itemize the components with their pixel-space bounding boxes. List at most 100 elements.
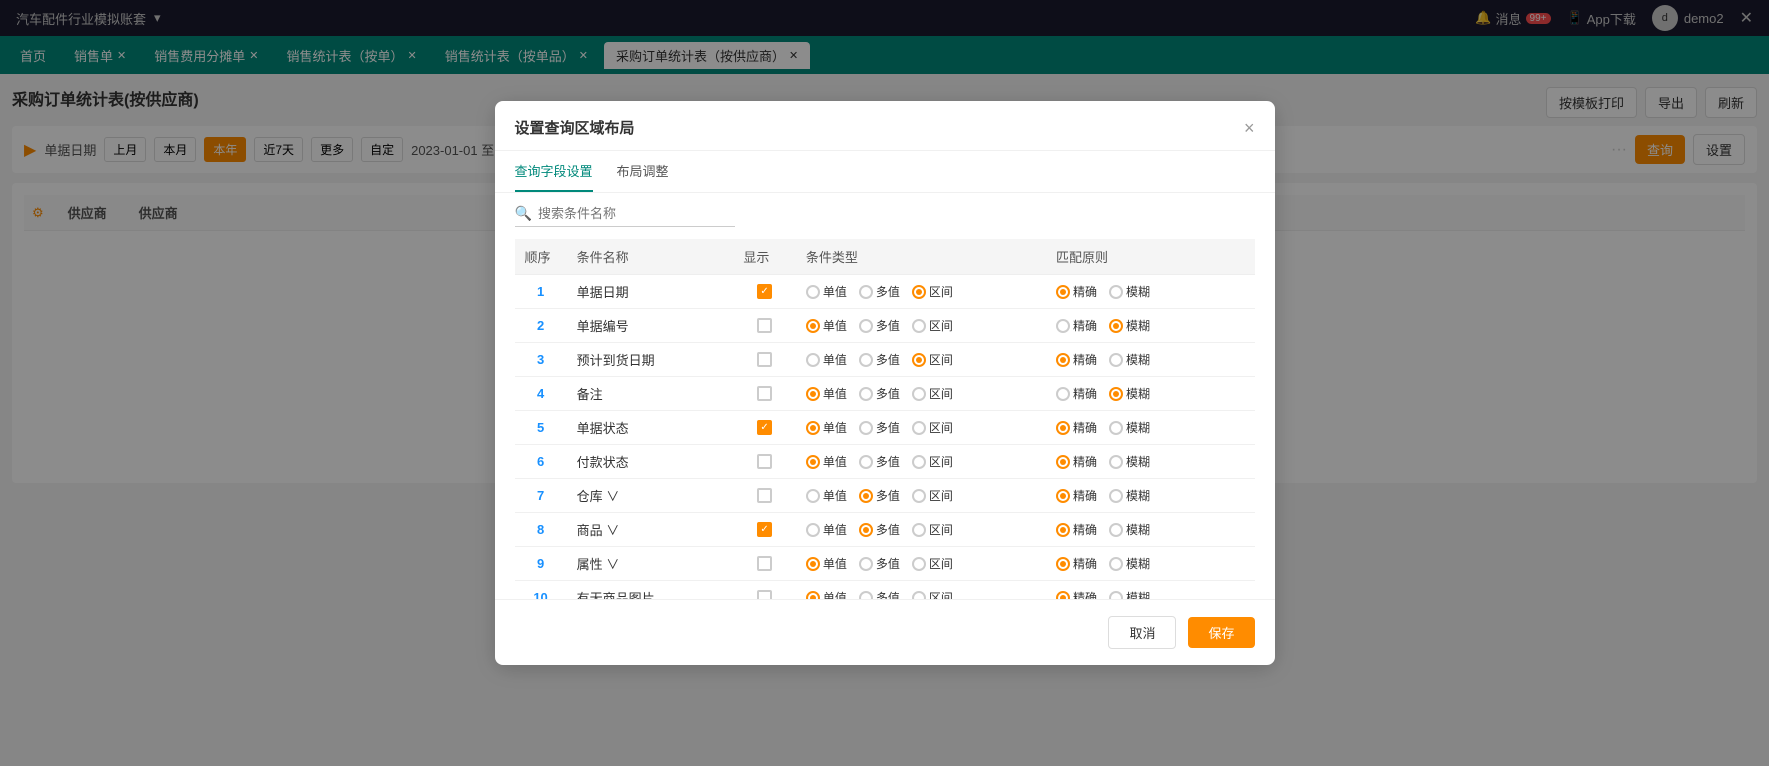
dialog-tab-query-fields[interactable]: 查询字段设置 xyxy=(515,151,593,192)
checkbox-4[interactable]: ✓ xyxy=(757,420,772,435)
type-radio-2-1[interactable]: 多值 xyxy=(859,351,900,368)
type-radio-2-2[interactable]: 区间 xyxy=(912,351,953,368)
table-row: 5单据状态✓单值多值区间精确模糊 xyxy=(515,411,1255,445)
type-radio-1-0[interactable]: 单值 xyxy=(806,317,847,334)
checkbox-1[interactable] xyxy=(757,318,772,333)
match-radio-2-1[interactable]: 模糊 xyxy=(1109,351,1150,368)
row-type-5: 单值多值区间 xyxy=(796,445,1046,479)
row-type-4: 单值多值区间 xyxy=(796,411,1046,445)
type-radio-2-0[interactable]: 单值 xyxy=(806,351,847,368)
th-match: 匹配原则 xyxy=(1046,239,1254,275)
match-radio-3-1[interactable]: 模糊 xyxy=(1109,385,1150,402)
row-show-1[interactable] xyxy=(733,309,796,343)
match-radio-4-0[interactable]: 精确 xyxy=(1056,419,1097,436)
row-match-4: 精确模糊 xyxy=(1046,411,1254,445)
type-radio-5-1[interactable]: 多值 xyxy=(859,453,900,470)
match-radio-2-0[interactable]: 精确 xyxy=(1056,351,1097,368)
type-radio-6-2[interactable]: 区间 xyxy=(912,487,953,504)
row-type-1: 单值多值区间 xyxy=(796,309,1046,343)
table-row: 2单据编号单值多值区间精确模糊 xyxy=(515,309,1255,343)
search-box: 🔍 xyxy=(515,205,735,227)
match-radio-9-0[interactable]: 精确 xyxy=(1056,589,1097,599)
row-order-4: 5 xyxy=(515,411,567,445)
type-radio-0-1[interactable]: 多值 xyxy=(859,283,900,300)
dialog-tab-layout[interactable]: 布局调整 xyxy=(617,151,669,192)
type-radio-4-1[interactable]: 多值 xyxy=(859,419,900,436)
row-show-6[interactable] xyxy=(733,479,796,513)
type-radio-5-0[interactable]: 单值 xyxy=(806,453,847,470)
match-radio-0-0[interactable]: 精确 xyxy=(1056,283,1097,300)
match-radio-0-1[interactable]: 模糊 xyxy=(1109,283,1150,300)
row-name-9: 有无商品图片 xyxy=(567,581,734,600)
row-show-5[interactable] xyxy=(733,445,796,479)
type-radio-0-0[interactable]: 单值 xyxy=(806,283,847,300)
modal-overlay: 设置查询区域布局 × 查询字段设置 布局调整 🔍 顺序 条件名称 xyxy=(0,0,1769,766)
match-radio-8-0[interactable]: 精确 xyxy=(1056,555,1097,572)
match-radio-6-0[interactable]: 精确 xyxy=(1056,487,1097,504)
type-radio-6-1[interactable]: 多值 xyxy=(859,487,900,504)
type-radio-7-0[interactable]: 单值 xyxy=(806,521,847,538)
dialog-close-btn[interactable]: × xyxy=(1244,119,1255,137)
type-radio-8-1[interactable]: 多值 xyxy=(859,555,900,572)
dialog: 设置查询区域布局 × 查询字段设置 布局调整 🔍 顺序 条件名称 xyxy=(495,101,1275,665)
row-order-1: 2 xyxy=(515,309,567,343)
checkbox-5[interactable] xyxy=(757,454,772,469)
cancel-btn[interactable]: 取消 xyxy=(1108,616,1176,649)
match-radio-5-1[interactable]: 模糊 xyxy=(1109,453,1150,470)
th-type: 条件类型 xyxy=(796,239,1046,275)
row-show-0[interactable]: ✓ xyxy=(733,275,796,309)
row-show-7[interactable]: ✓ xyxy=(733,513,796,547)
type-radio-8-2[interactable]: 区间 xyxy=(912,555,953,572)
type-radio-6-0[interactable]: 单值 xyxy=(806,487,847,504)
checkbox-0[interactable]: ✓ xyxy=(757,284,772,299)
type-radio-4-0[interactable]: 单值 xyxy=(806,419,847,436)
row-order-7: 8 xyxy=(515,513,567,547)
match-radio-8-1[interactable]: 模糊 xyxy=(1109,555,1150,572)
match-radio-9-1[interactable]: 模糊 xyxy=(1109,589,1150,599)
checkbox-2[interactable] xyxy=(757,352,772,367)
type-radio-3-1[interactable]: 多值 xyxy=(859,385,900,402)
match-radio-1-0[interactable]: 精确 xyxy=(1056,317,1097,334)
type-radio-1-2[interactable]: 区间 xyxy=(912,317,953,334)
checkbox-6[interactable] xyxy=(757,488,772,503)
row-type-9: 单值 多值 区间 xyxy=(796,581,1046,600)
type-radio-3-0[interactable]: 单值 xyxy=(806,385,847,402)
match-radio-5-0[interactable]: 精确 xyxy=(1056,453,1097,470)
type-radio-1-1[interactable]: 多值 xyxy=(859,317,900,334)
match-radio-3-0[interactable]: 精确 xyxy=(1056,385,1097,402)
row-show-2[interactable] xyxy=(733,343,796,377)
type-radio-5-2[interactable]: 区间 xyxy=(912,453,953,470)
checkbox-9[interactable] xyxy=(757,590,772,599)
checkbox-3[interactable] xyxy=(757,386,772,401)
type-radio-0-2[interactable]: 区间 xyxy=(912,283,953,300)
th-order: 顺序 xyxy=(515,239,567,275)
checkbox-8[interactable] xyxy=(757,556,772,571)
type-radio-9-2[interactable]: 区间 xyxy=(912,589,953,599)
type-radio-9-1[interactable]: 多值 xyxy=(859,589,900,599)
conditions-table-header: 顺序 条件名称 显示 条件类型 匹配原则 xyxy=(515,239,1255,275)
row-show-8[interactable] xyxy=(733,547,796,581)
search-input[interactable] xyxy=(538,206,735,221)
row-name-3: 备注 xyxy=(567,377,734,411)
type-radio-3-2[interactable]: 区间 xyxy=(912,385,953,402)
row-show-4[interactable]: ✓ xyxy=(733,411,796,445)
type-radio-4-2[interactable]: 区间 xyxy=(912,419,953,436)
match-radio-4-1[interactable]: 模糊 xyxy=(1109,419,1150,436)
dialog-tab-query-fields-label: 查询字段设置 xyxy=(515,164,593,179)
row-type-6: 单值多值区间 xyxy=(796,479,1046,513)
row-type-8: 单值多值区间 xyxy=(796,547,1046,581)
match-radio-6-1[interactable]: 模糊 xyxy=(1109,487,1150,504)
checkbox-7[interactable]: ✓ xyxy=(757,522,772,537)
match-radio-7-1[interactable]: 模糊 xyxy=(1109,521,1150,538)
type-radio-8-0[interactable]: 单值 xyxy=(806,555,847,572)
type-radio-7-1[interactable]: 多值 xyxy=(859,521,900,538)
type-radio-9-0[interactable]: 单值 xyxy=(806,589,847,599)
table-row: 10有无商品图片单值多值区间精确模糊 xyxy=(515,581,1255,600)
match-radio-1-1[interactable]: 模糊 xyxy=(1109,317,1150,334)
row-show-3[interactable] xyxy=(733,377,796,411)
save-btn[interactable]: 保存 xyxy=(1188,617,1254,648)
row-show-9[interactable] xyxy=(733,581,796,600)
conditions-table: 顺序 条件名称 显示 条件类型 匹配原则 1单据日期✓单值多值区间精确模糊2单据… xyxy=(495,239,1275,599)
type-radio-7-2[interactable]: 区间 xyxy=(912,521,953,538)
match-radio-7-0[interactable]: 精确 xyxy=(1056,521,1097,538)
